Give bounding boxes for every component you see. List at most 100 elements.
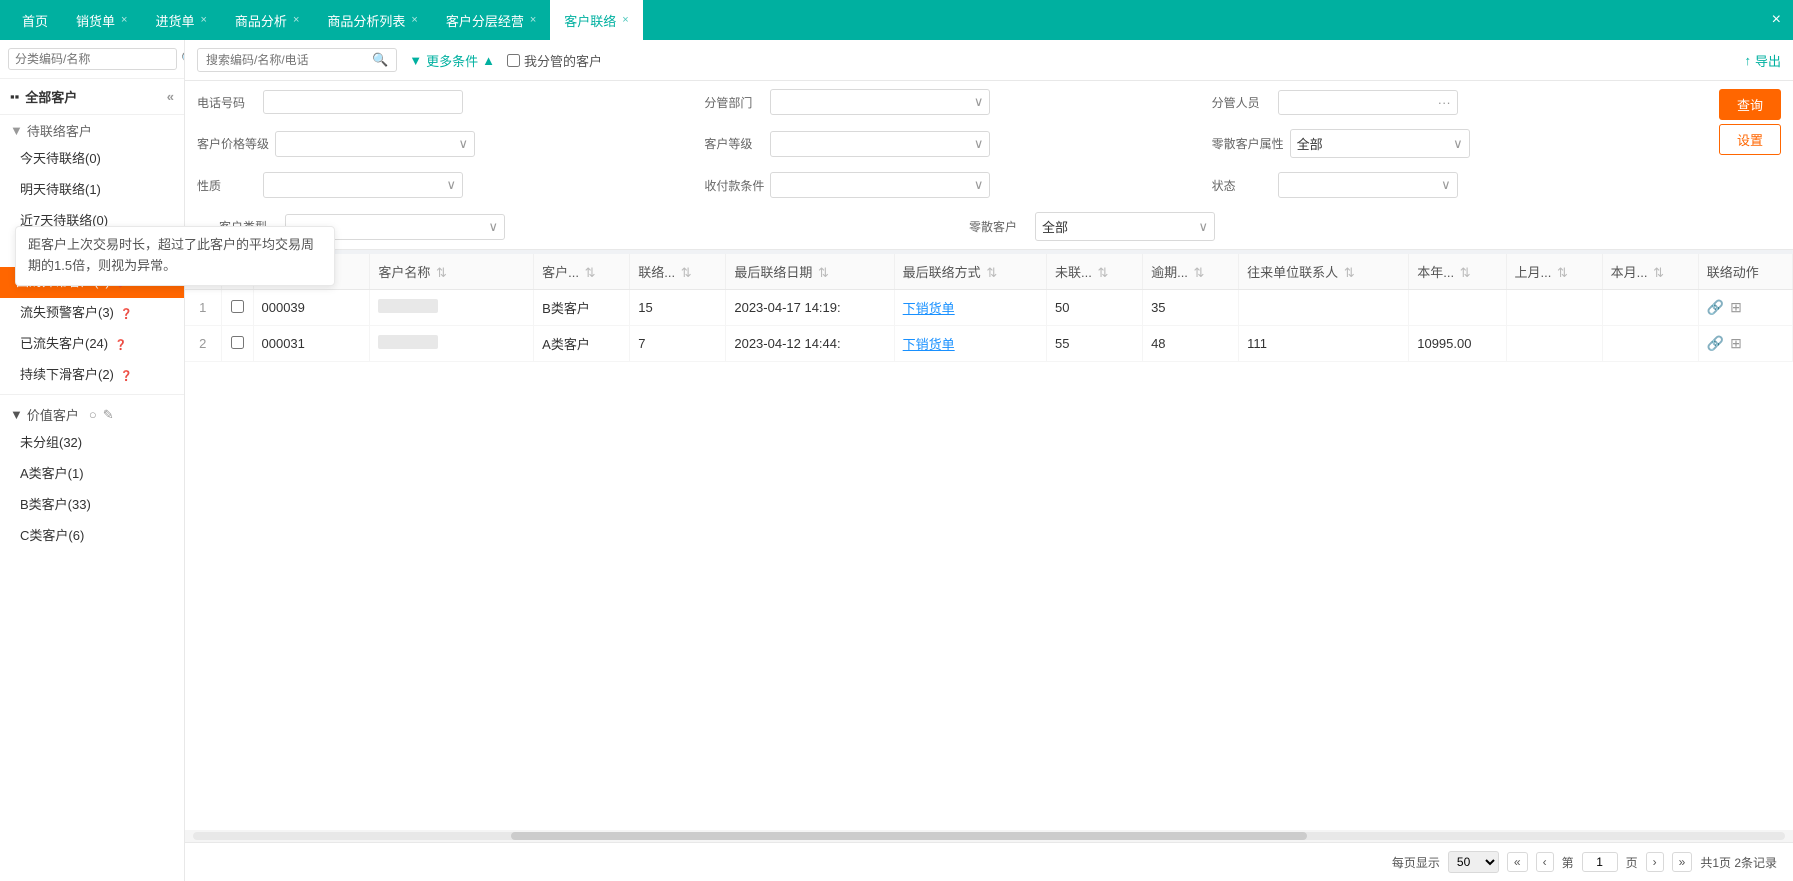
page-size-select[interactable]: 50 20 100 (1448, 851, 1499, 873)
last-page-button[interactable]: » (1672, 852, 1693, 872)
chevron-up-icon: ▲ (482, 53, 495, 68)
table-body: 1 000039 B类客户 15 2023-04-17 14:19: 下销货单 (185, 290, 1793, 362)
sort-method-icon: ⇅ (986, 265, 997, 280)
sidebar-item-already-lost[interactable]: 已流失客户(24) ❓ (0, 329, 184, 360)
th-type-label: 客户... (542, 265, 579, 280)
th-uncontacted[interactable]: 未联... ⇅ (1046, 254, 1142, 290)
row-1-check[interactable] (231, 300, 244, 313)
a-class-label: A类客户(1) (20, 466, 84, 481)
price-level-select[interactable]: ∨ (275, 131, 475, 157)
nav-product-analysis-list[interactable]: 商品分析列表 × (313, 0, 431, 40)
status-select[interactable]: ∨ (1278, 172, 1458, 198)
th-overdue-label: 逾期... (1151, 265, 1188, 280)
th-current-year[interactable]: 本年... ⇅ (1409, 254, 1506, 290)
nav-customer-contact-close[interactable]: × (622, 14, 628, 26)
scrollbar-thumb[interactable] (511, 832, 1307, 840)
first-page-button[interactable]: « (1507, 852, 1528, 872)
row-2-current-month (1602, 326, 1698, 362)
sidebar-item-declining[interactable]: 持续下滑客户(2) ❓ (0, 360, 184, 391)
settings-button[interactable]: 设置 (1719, 124, 1781, 155)
grid-dots-icon: ▪▪ (10, 89, 19, 104)
th-last-contact-date[interactable]: 最后联络日期 ⇅ (726, 254, 894, 290)
nav-product-list-close[interactable]: × (411, 14, 417, 26)
filter-row-2: 客户价格等级 ∨ 客户等级 ∨ (197, 129, 1711, 158)
main-layout: 🔍 ▪▪ 全部客户 « ▼ 待联络客户 今天待联络(0) 明天待联络(1) 近7… (0, 40, 1793, 881)
nav-customer-tier[interactable]: 客户分层经营 × (432, 0, 550, 40)
sidebar-item-today-pending[interactable]: 今天待联络(0) (0, 144, 184, 175)
th-last-month[interactable]: 上月... ⇅ (1506, 254, 1602, 290)
export-button[interactable]: ↑ 导出 (1744, 51, 1781, 70)
sidebar-item-loss-warning[interactable]: 流失预警客户(3) ❓ (0, 298, 184, 329)
sidebar-item-ungrouped[interactable]: 未分组(32) (0, 428, 184, 459)
sidebar-search-input[interactable] (8, 48, 177, 70)
my-customers-check[interactable] (507, 54, 520, 67)
row-1-name (370, 290, 534, 326)
status-label: 状态 (1212, 177, 1272, 194)
nav-product-analysis-close[interactable]: × (293, 14, 299, 26)
nature-select[interactable]: ∨ (263, 172, 463, 198)
customer-type-chevron: ∨ (488, 219, 498, 235)
dept-select[interactable]: ∨ (770, 89, 990, 115)
customer-level-label: 客户等级 (704, 135, 764, 152)
dept-label: 分管部门 (704, 94, 764, 111)
row-2-link-icon[interactable]: 🔗 (1707, 335, 1724, 352)
row-2-check[interactable] (231, 336, 244, 349)
th-type[interactable]: 客户... ⇅ (534, 254, 630, 290)
nav-home[interactable]: 首页 (8, 0, 62, 40)
payment-select[interactable]: ∨ (770, 172, 990, 198)
nav-purchase-close[interactable]: × (200, 14, 206, 26)
content-area: 🔍 ▼ 更多条件 ▲ 我分管的客户 ↑ 导出 (185, 40, 1793, 881)
nav-sales-close[interactable]: × (121, 14, 127, 26)
filter-retail-attr: 零散客户属性 全部 ∨ (1212, 129, 1711, 158)
more-conditions-button[interactable]: ▼ 更多条件 ▲ (409, 51, 495, 70)
person-select[interactable]: ··· (1278, 90, 1458, 115)
sidebar-item-tomorrow-pending[interactable]: 明天待联络(1) (0, 175, 184, 206)
row-2-method-link[interactable]: 下销货单 (903, 337, 955, 352)
sidebar-item-b-class[interactable]: B类客户(33) (0, 490, 184, 521)
nav-customer-contact[interactable]: 客户联络 × (550, 0, 642, 40)
page-number-input[interactable] (1582, 852, 1618, 872)
search-input[interactable] (206, 53, 366, 67)
next-page-button[interactable]: › (1646, 852, 1664, 872)
row-1-link-icon[interactable]: 🔗 (1707, 299, 1724, 316)
my-customers-checkbox[interactable]: 我分管的客户 (507, 51, 602, 70)
row-2-grid-icon[interactable]: ⊞ (1730, 335, 1742, 352)
phone-input[interactable] (263, 90, 463, 114)
th-overdue[interactable]: 逾期... ⇅ (1143, 254, 1239, 290)
row-1-last-method[interactable]: 下销货单 (894, 290, 1046, 326)
sidebar-collapse-button[interactable]: « (167, 89, 174, 104)
th-last-contact-method[interactable]: 最后联络方式 ⇅ (894, 254, 1046, 290)
horizontal-scrollbar[interactable] (185, 830, 1793, 842)
nav-customer-tier-close[interactable]: × (530, 14, 536, 26)
value-group-settings-icon[interactable]: ✎ (103, 407, 114, 423)
sidebar-all-customers-header[interactable]: ▪▪ 全部客户 « (0, 79, 184, 115)
nav-sales-label: 销货单 (76, 11, 115, 30)
sidebar-item-c-class[interactable]: C类客户(6) (0, 521, 184, 552)
value-group-edit-icon[interactable]: ○ (89, 407, 97, 422)
row-1-method-link[interactable]: 下销货单 (903, 301, 955, 316)
filter-dept: 分管部门 ∨ (704, 89, 1203, 115)
search-icon[interactable]: 🔍 (372, 52, 388, 68)
customer-level-select[interactable]: ∨ (770, 131, 990, 157)
close-window-button[interactable]: × (1772, 11, 1781, 29)
sidebar-item-a-class[interactable]: A类客户(1) (0, 459, 184, 490)
retail-customer-value: 全部 (1042, 217, 1068, 236)
th-contact-count[interactable]: 联络... ⇅ (630, 254, 726, 290)
per-page-label: 每页显示 (1392, 854, 1440, 871)
th-current-month[interactable]: 本月... ⇅ (1602, 254, 1698, 290)
nav-purchase-order[interactable]: 进货单 × (141, 0, 220, 40)
sort-name-icon: ⇅ (436, 265, 447, 280)
row-1-code: 000039 (253, 290, 370, 326)
th-contact-person[interactable]: 往来单位联系人 ⇅ (1239, 254, 1409, 290)
retail-customer-select[interactable]: 全部 ∨ (1035, 212, 1215, 241)
th-name[interactable]: 客户名称 ⇅ (370, 254, 534, 290)
retail-attr-select[interactable]: 全部 ∨ (1290, 129, 1470, 158)
prev-page-button[interactable]: ‹ (1536, 852, 1554, 872)
row-2-last-method[interactable]: 下销货单 (894, 326, 1046, 362)
row-1-grid-icon[interactable]: ⊞ (1730, 299, 1742, 316)
nav-sales-order[interactable]: 销货单 × (62, 0, 141, 40)
payment-label: 收付款条件 (704, 177, 764, 194)
query-button[interactable]: 查询 (1719, 89, 1781, 120)
customer-level-chevron: ∨ (974, 136, 984, 152)
nav-product-analysis[interactable]: 商品分析 × (221, 0, 313, 40)
